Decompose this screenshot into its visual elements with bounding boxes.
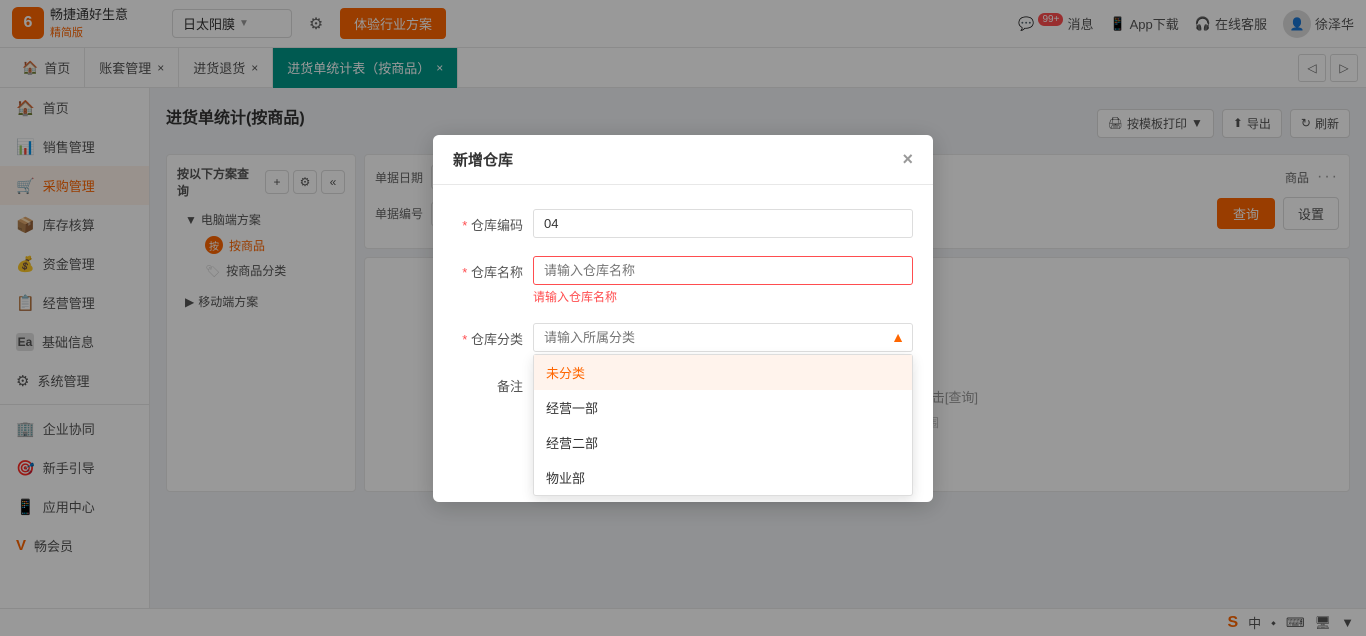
warehouse-code-input[interactable] [533,209,913,238]
warehouse-name-label: * 仓库名称 [453,256,533,281]
category-dropdown-arrow[interactable]: ▲ [891,329,905,345]
modal-body: * 仓库编码 * 仓库名称 请输入仓库名称 [433,185,933,437]
warehouse-category-wrap: ▲ 未分类 经营一部 经营二部 物业部 [533,323,913,352]
warehouse-name-input[interactable] [533,256,913,285]
modal-new-warehouse: 新增仓库 × * 仓库编码 * 仓库名称 [433,135,933,502]
dropdown-item-dept2[interactable]: 经营二部 [534,425,912,460]
warehouse-name-wrap: 请输入仓库名称 [533,256,913,305]
form-row-category: * 仓库分类 ▲ 未分类 经营一部 经营二部 物业部 [453,323,913,352]
warehouse-code-wrap [533,209,913,238]
modal-overlay: 新增仓库 × * 仓库编码 * 仓库名称 [0,0,1366,636]
warehouse-category-label: * 仓库分类 [453,323,533,348]
form-row-name: * 仓库名称 请输入仓库名称 [453,256,913,305]
modal-title: 新增仓库 [453,149,513,170]
form-row-code: * 仓库编码 [453,209,913,238]
modal-header: 新增仓库 × [433,135,933,185]
warehouse-category-input[interactable] [533,323,913,352]
category-dropdown-list: 未分类 经营一部 经营二部 物业部 [533,354,913,496]
dropdown-item-property[interactable]: 物业部 [534,460,912,495]
dropdown-item-dept1[interactable]: 经营一部 [534,390,912,425]
warehouse-name-error: 请输入仓库名称 [533,288,913,305]
remarks-label: 备注 [453,370,533,395]
warehouse-code-label: * 仓库编码 [453,209,533,234]
dropdown-item-unclassified[interactable]: 未分类 [534,355,912,390]
modal-close-btn[interactable]: × [902,149,913,170]
